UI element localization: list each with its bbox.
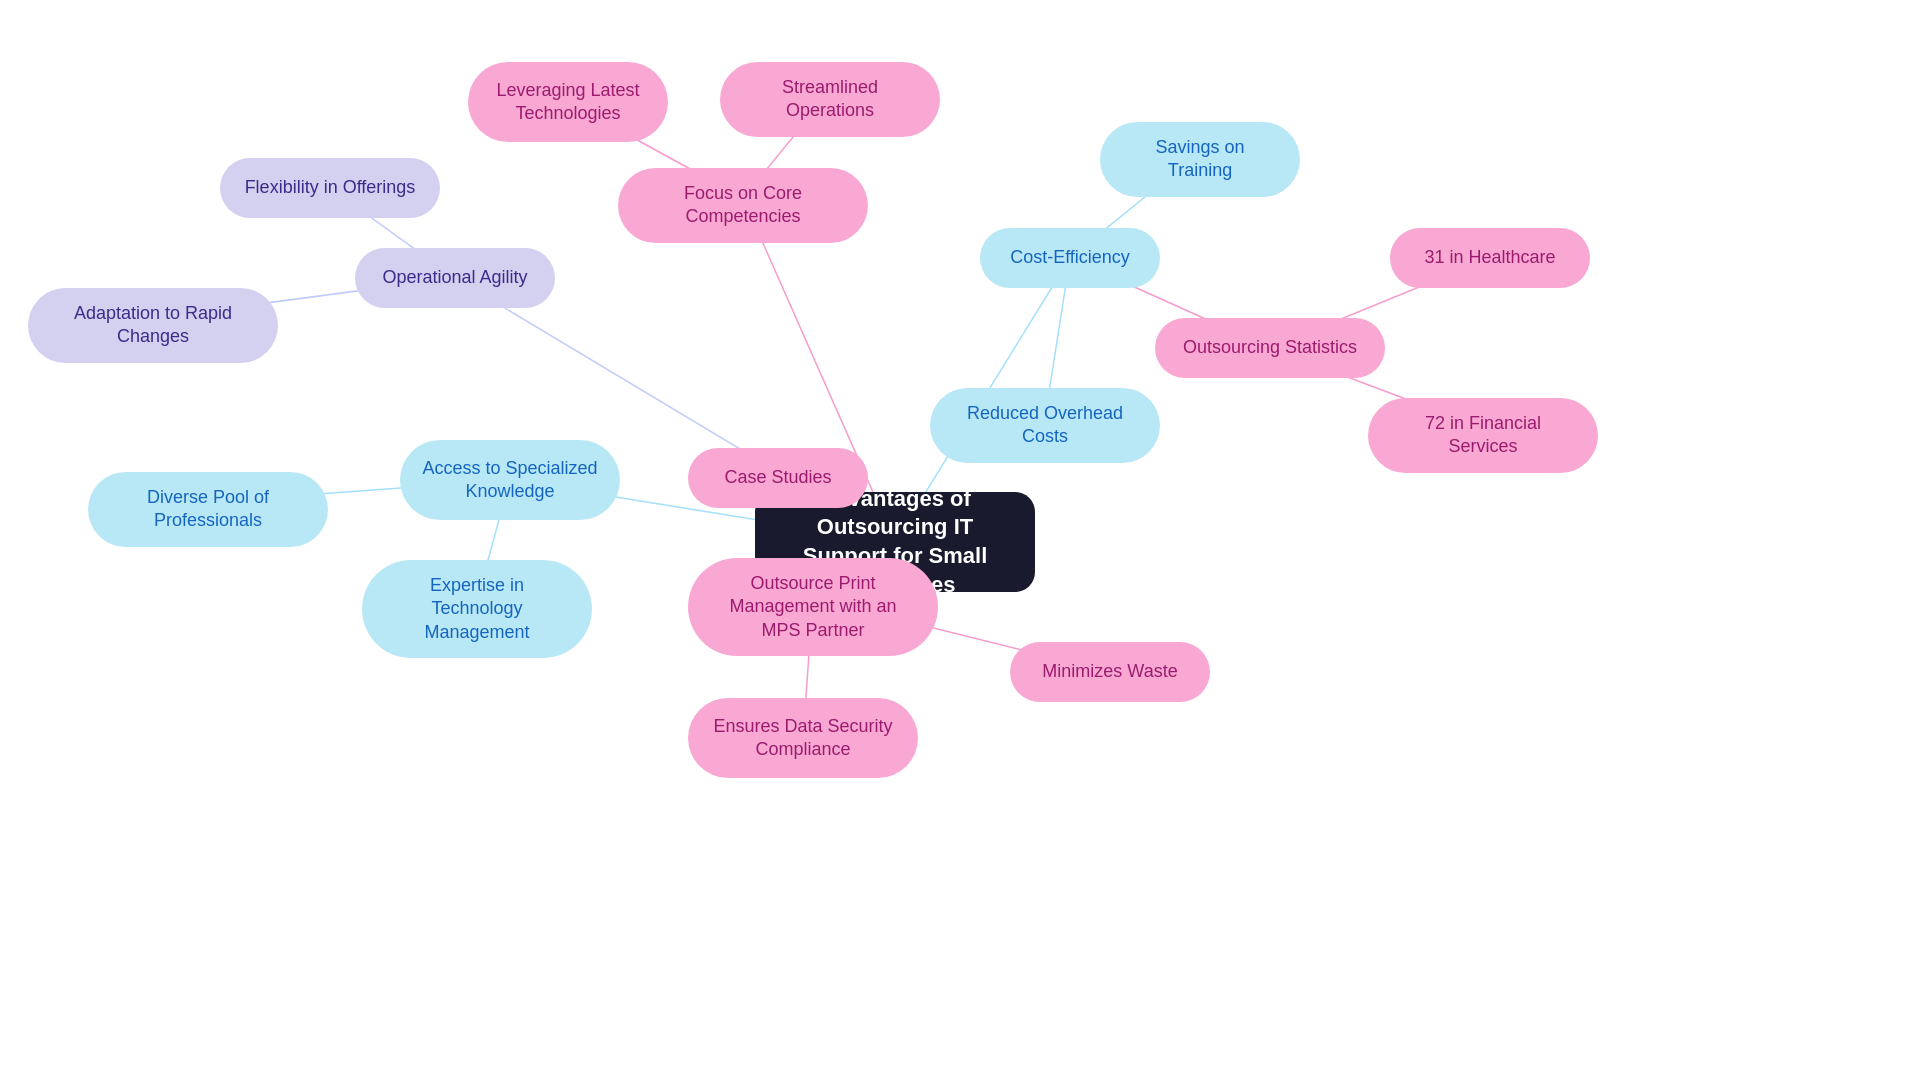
node-outsourcing: Outsourcing Statistics [1155,318,1385,378]
node-31healthcare: 31 in Healthcare [1390,228,1590,288]
node-focus: Focus on Core Competencies [618,168,868,243]
node-outsourceprint: Outsource Print Management with an MPS P… [688,558,938,656]
node-flexibility: Flexibility in Offerings [220,158,440,218]
node-cost: Cost-Efficiency [980,228,1160,288]
node-expertise: Expertise in Technology Management [362,560,592,658]
node-minimizes: Minimizes Waste [1010,642,1210,702]
node-diverse: Diverse Pool of Professionals [88,472,328,547]
node-72financial: 72 in Financial Services [1368,398,1598,473]
node-ensures: Ensures Data Security Compliance [688,698,918,778]
node-casestudies: Case Studies [688,448,868,508]
node-access: Access to Specialized Knowledge [400,440,620,520]
node-adaptation: Adaptation to Rapid Changes [28,288,278,363]
node-streamlined: Streamlined Operations [720,62,940,137]
node-operational: Operational Agility [355,248,555,308]
node-savings: Savings on Training [1100,122,1300,197]
node-leveraging: Leveraging Latest Technologies [468,62,668,142]
mindmap-container: Advantages of Outsourcing IT Support for… [0,0,1920,1083]
node-reduced: Reduced Overhead Costs [930,388,1160,463]
